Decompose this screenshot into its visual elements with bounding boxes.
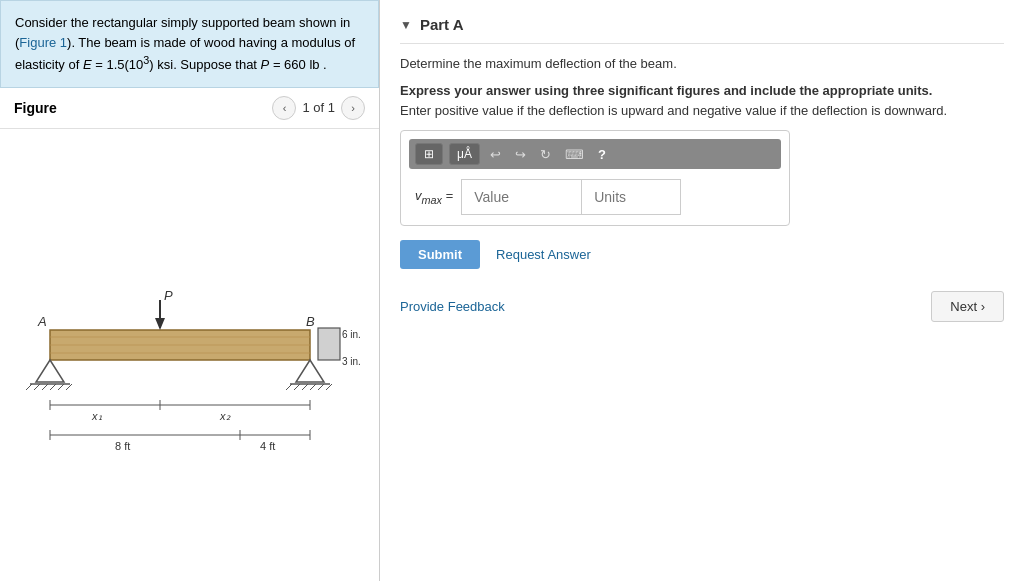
feedback-row: Provide Feedback Next › [400, 291, 1004, 322]
value-input[interactable] [461, 179, 581, 215]
instructions: Express your answer using three signific… [400, 81, 1004, 120]
prev-figure-button[interactable]: ‹ [272, 96, 296, 120]
svg-marker-13 [296, 360, 324, 382]
mu-button[interactable]: μÅ [449, 143, 480, 165]
svg-text:8 ft: 8 ft [115, 440, 130, 452]
svg-line-20 [326, 384, 332, 390]
svg-text:x₁: x₁ [91, 410, 102, 422]
next-figure-button[interactable]: › [341, 96, 365, 120]
svg-line-10 [58, 384, 64, 390]
left-panel: Consider the rectangular simply supporte… [0, 0, 380, 581]
svg-line-18 [310, 384, 316, 390]
action-row: Submit Request Answer [400, 240, 1004, 269]
svg-text:P: P [164, 288, 173, 303]
svg-line-7 [34, 384, 40, 390]
svg-marker-4 [36, 360, 64, 382]
svg-line-17 [302, 384, 308, 390]
undo-icon[interactable]: ↩ [486, 145, 505, 164]
svg-text:4 ft: 4 ft [260, 440, 275, 452]
units-input[interactable] [581, 179, 681, 215]
part-header: ▼ Part A [400, 16, 1004, 44]
svg-line-19 [318, 384, 324, 390]
svg-rect-25 [318, 328, 340, 360]
redo-icon[interactable]: ↪ [511, 145, 530, 164]
beam-diagram: A B P 6 in. 3 in. [20, 250, 360, 460]
right-panel: ▼ Part A Determine the maximum deflectio… [380, 0, 1024, 581]
problem-text: Consider the rectangular simply supporte… [15, 15, 355, 72]
vmax-label: vmax = [415, 188, 453, 206]
page-indicator: 1 of 1 [302, 100, 335, 115]
svg-line-15 [286, 384, 292, 390]
svg-line-16 [294, 384, 300, 390]
collapse-arrow[interactable]: ▼ [400, 18, 412, 32]
help-icon[interactable]: ? [594, 145, 610, 164]
request-answer-link[interactable]: Request Answer [496, 247, 591, 262]
figure-link[interactable]: Figure 1 [19, 35, 67, 50]
svg-text:6 in.: 6 in. [342, 329, 360, 340]
keyboard-icon[interactable]: ⌨ [561, 145, 588, 164]
svg-text:x₂: x₂ [219, 410, 231, 422]
provide-feedback-link[interactable]: Provide Feedback [400, 299, 505, 314]
answer-box: ⊞ μÅ ↩ ↪ ↻ ⌨ ? vmax = [400, 130, 790, 226]
problem-statement: Consider the rectangular simply supporte… [0, 0, 379, 88]
answer-input-row: vmax = [409, 177, 781, 217]
figure-title: Figure [14, 100, 57, 116]
figure-nav: ‹ 1 of 1 › [272, 96, 365, 120]
part-label: Part A [420, 16, 464, 33]
figure-header: Figure ‹ 1 of 1 › [0, 88, 379, 129]
svg-line-8 [42, 384, 48, 390]
figure-area: A B P 6 in. 3 in. [0, 129, 379, 581]
grid-button[interactable]: ⊞ [415, 143, 443, 165]
part-content: Determine the maximum deflection of the … [400, 56, 1004, 322]
svg-text:A: A [37, 314, 47, 329]
next-button[interactable]: Next › [931, 291, 1004, 322]
submit-button[interactable]: Submit [400, 240, 480, 269]
svg-line-11 [66, 384, 72, 390]
question-text: Determine the maximum deflection of the … [400, 56, 1004, 71]
answer-toolbar: ⊞ μÅ ↩ ↪ ↻ ⌨ ? [409, 139, 781, 169]
svg-text:B: B [306, 314, 315, 329]
svg-line-6 [26, 384, 32, 390]
svg-text:3 in.: 3 in. [342, 356, 360, 367]
svg-line-9 [50, 384, 56, 390]
refresh-icon[interactable]: ↻ [536, 145, 555, 164]
svg-marker-23 [155, 318, 165, 330]
